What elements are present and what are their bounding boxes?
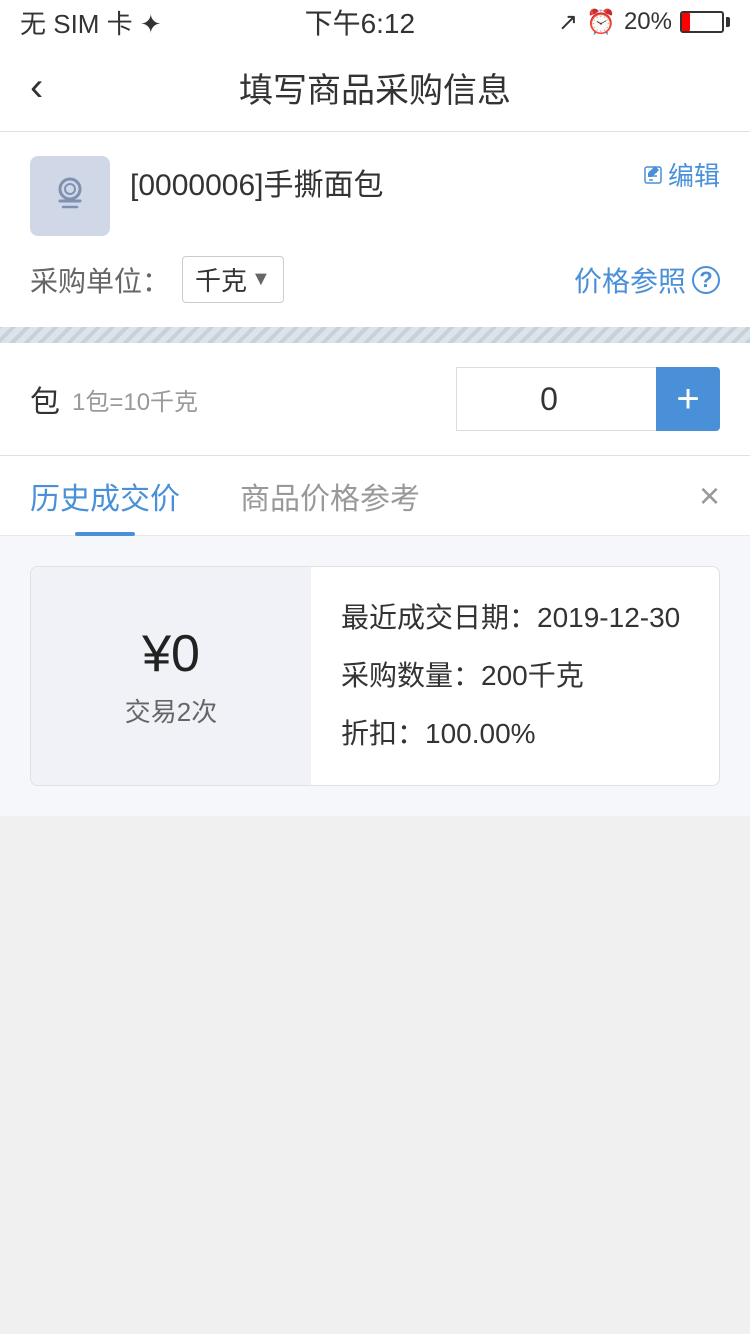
alarm-icon: ⏰ (586, 8, 616, 37)
quantity-label-group: 包 1包=10千克 (30, 377, 198, 421)
tab-product-price-ref-label: 商品价格参考 (240, 474, 420, 518)
battery-icon (680, 11, 730, 33)
recent-date-row: 最近成交日期：2019-12-30 (341, 597, 689, 639)
purchase-qty-label: 采购数量： (341, 660, 481, 691)
tabs-left: 历史成交价 商品价格参考 (30, 456, 420, 536)
quantity-row: 包 1包=10千克 + (0, 343, 750, 455)
unit-selector[interactable]: 千克 ▼ (182, 256, 284, 303)
back-button[interactable]: ‹ (30, 65, 43, 110)
status-right: ↗ ⏰ 20% (558, 8, 730, 37)
discount-row: 折扣：100.00% (341, 713, 689, 755)
product-unit-left: 采购单位： 千克 ▼ (30, 256, 284, 303)
price-ref-label: 价格参照 (574, 260, 686, 300)
price-reference-button[interactable]: 价格参照 ? (574, 260, 720, 300)
tab-history-price[interactable]: 历史成交价 (30, 456, 180, 536)
close-panel-button[interactable]: × (699, 478, 720, 514)
quantity-unit: 包 (30, 377, 60, 421)
battery-percent: 20% (624, 8, 672, 36)
product-info-left: [0000006]手撕面包 (30, 156, 383, 236)
quantity-input[interactable] (456, 367, 656, 431)
purchase-qty-row: 采购数量：200千克 (341, 655, 689, 697)
price-card-area: ¥0 交易2次 最近成交日期：2019-12-30 采购数量：200千克 折扣：… (0, 536, 750, 816)
discount-label: 折扣： (341, 718, 425, 749)
product-name: [0000006]手撕面包 (130, 156, 383, 204)
price-trades: 交易2次 (125, 692, 217, 729)
dropdown-arrow-icon: ▼ (251, 268, 271, 291)
recent-date-value: 2019-12-30 (537, 602, 680, 633)
unit-value: 千克 (195, 261, 247, 298)
status-bar: 无 SIM 卡 ✦ 下午6:12 ↗ ⏰ 20% (0, 0, 750, 44)
product-section: [0000006]手撕面包 编辑 采购单位： 千克 ▼ 价格参照 ? (0, 132, 750, 327)
page-header: ‹ 填写商品采购信息 (0, 44, 750, 132)
discount-value: 100.00% (425, 718, 536, 749)
edit-label: 编辑 (668, 156, 720, 193)
price-card: ¥0 交易2次 最近成交日期：2019-12-30 采购数量：200千克 折扣：… (30, 566, 720, 786)
help-icon: ? (692, 266, 720, 294)
sim-status: 无 SIM 卡 ✦ (20, 4, 162, 41)
tabs-row: 历史成交价 商品价格参考 × (0, 456, 750, 536)
recent-date-label: 最近成交日期： (341, 602, 537, 633)
status-left: 无 SIM 卡 ✦ (20, 4, 162, 41)
tab-active-underline (75, 532, 135, 536)
quantity-input-group: + (456, 367, 720, 431)
status-time: 下午6:12 (305, 2, 416, 42)
edit-icon (642, 164, 664, 186)
navigation-icon: ↗ (558, 8, 578, 37)
edit-button[interactable]: 编辑 (642, 156, 720, 193)
quantity-plus-button[interactable]: + (656, 367, 720, 431)
divider-stripe (0, 327, 750, 343)
price-value: ¥0 (142, 624, 200, 684)
page-title: 填写商品采购信息 (239, 63, 511, 112)
quantity-conversion: 1包=10千克 (72, 382, 198, 417)
price-card-right: 最近成交日期：2019-12-30 采购数量：200千克 折扣：100.00% (311, 567, 719, 785)
product-image (30, 156, 110, 236)
purchase-qty-value: 200千克 (481, 660, 584, 691)
unit-label: 采购单位： (30, 260, 170, 300)
tab-history-price-label: 历史成交价 (30, 474, 180, 518)
tab-product-price-ref[interactable]: 商品价格参考 (240, 456, 420, 536)
price-reference-panel: 历史成交价 商品价格参考 × ¥0 交易2次 最近成交日期：2019-12-30… (0, 455, 750, 816)
price-card-left: ¥0 交易2次 (31, 567, 311, 785)
product-logo-icon (45, 171, 95, 221)
